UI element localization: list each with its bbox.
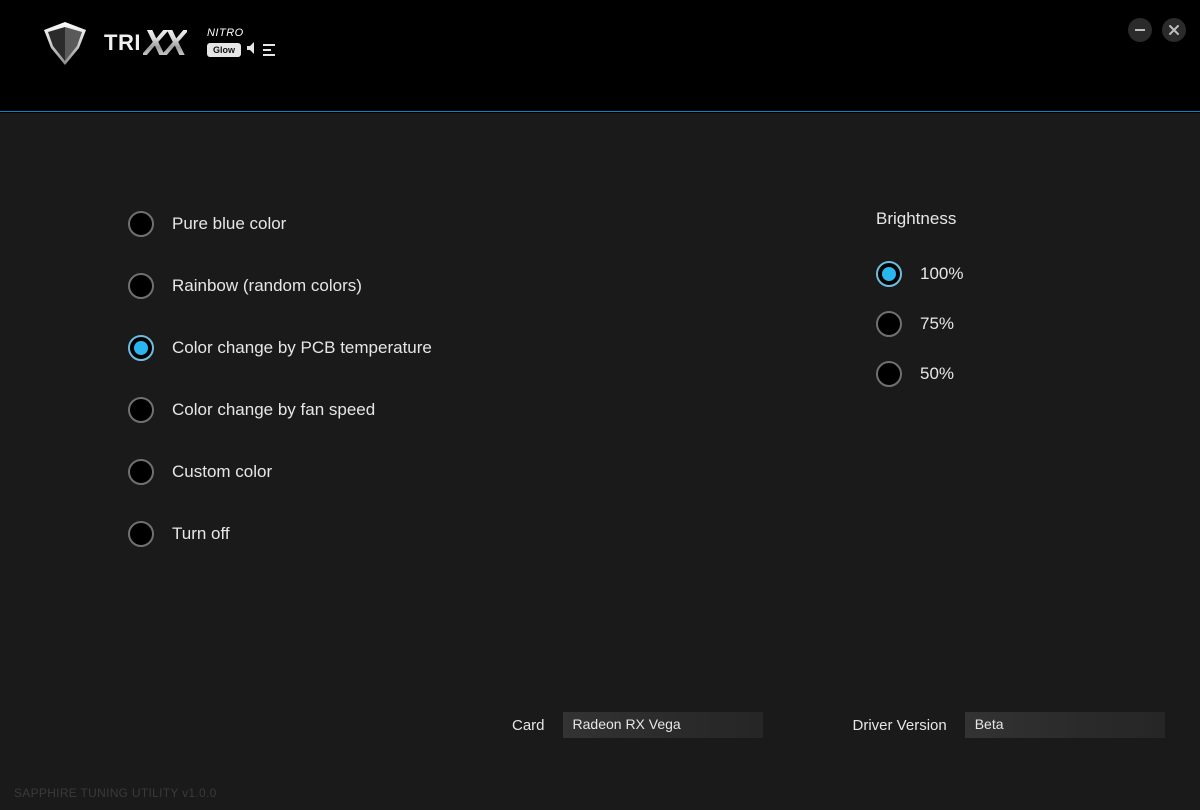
radio-label: Custom color xyxy=(172,462,272,482)
radio-icon xyxy=(876,311,902,337)
radio-icon xyxy=(876,261,902,287)
driver-select[interactable]: Beta xyxy=(965,712,1165,738)
driver-label: Driver Version xyxy=(853,717,947,734)
brightness-option-75[interactable]: 75% xyxy=(876,311,963,337)
radio-label: Color change by fan speed xyxy=(172,400,375,420)
mode-option-fan-speed[interactable]: Color change by fan speed xyxy=(128,397,432,423)
glow-label: Glow xyxy=(207,43,241,57)
sound-lines-icon xyxy=(263,44,275,56)
mode-option-pcb-temp[interactable]: Color change by PCB temperature xyxy=(128,335,432,361)
driver-field: Driver Version Beta xyxy=(853,712,1165,738)
logo-text: TRI XX xyxy=(104,22,187,64)
close-button[interactable] xyxy=(1162,18,1186,42)
radio-icon xyxy=(876,361,902,387)
radio-icon xyxy=(128,521,154,547)
brightness-option-100[interactable]: 100% xyxy=(876,261,963,287)
radio-label: 50% xyxy=(920,364,954,384)
version-text: SAPPHIRE TUNING UTILITY v1.0.0 xyxy=(14,786,217,800)
mode-options: Pure blue color Rainbow (random colors) … xyxy=(128,211,432,583)
brightness-options: Brightness 100% 75% 50% xyxy=(876,209,963,411)
card-select[interactable]: Radeon RX Vega xyxy=(563,712,763,738)
minimize-button[interactable] xyxy=(1128,18,1152,42)
shield-icon xyxy=(40,18,90,68)
mode-option-custom[interactable]: Custom color xyxy=(128,459,432,485)
radio-label: Pure blue color xyxy=(172,214,286,234)
mode-option-rainbow[interactable]: Rainbow (random colors) xyxy=(128,273,432,299)
app-logo: TRI XX NITRO Glow xyxy=(40,18,275,68)
brightness-option-50[interactable]: 50% xyxy=(876,361,963,387)
radio-icon xyxy=(128,335,154,361)
card-label: Card xyxy=(512,717,545,734)
header: TRI XX NITRO Glow xyxy=(0,0,1200,112)
mode-option-off[interactable]: Turn off xyxy=(128,521,432,547)
footer: Card Radeon RX Vega Driver Version Beta … xyxy=(0,680,1200,810)
nitro-label: NITRO xyxy=(207,27,244,39)
radio-label: 75% xyxy=(920,314,954,334)
card-field: Card Radeon RX Vega xyxy=(512,712,763,738)
radio-label: 100% xyxy=(920,264,963,284)
logo-tri: TRI xyxy=(104,30,141,56)
radio-icon xyxy=(128,211,154,237)
main-panel: Pure blue color Rainbow (random colors) … xyxy=(0,113,1200,680)
radio-label: Rainbow (random colors) xyxy=(172,276,362,296)
sound-icon xyxy=(247,41,257,59)
radio-icon xyxy=(128,273,154,299)
logo-xx: XX xyxy=(143,22,187,64)
radio-icon xyxy=(128,397,154,423)
mode-option-pure-blue[interactable]: Pure blue color xyxy=(128,211,432,237)
nitro-glow-badge: NITRO Glow xyxy=(207,27,275,59)
radio-icon xyxy=(128,459,154,485)
radio-label: Color change by PCB temperature xyxy=(172,338,432,358)
footer-fields: Card Radeon RX Vega Driver Version Beta xyxy=(0,712,1200,738)
window-controls xyxy=(1128,18,1186,42)
brightness-title: Brightness xyxy=(876,209,963,229)
radio-label: Turn off xyxy=(172,524,230,544)
